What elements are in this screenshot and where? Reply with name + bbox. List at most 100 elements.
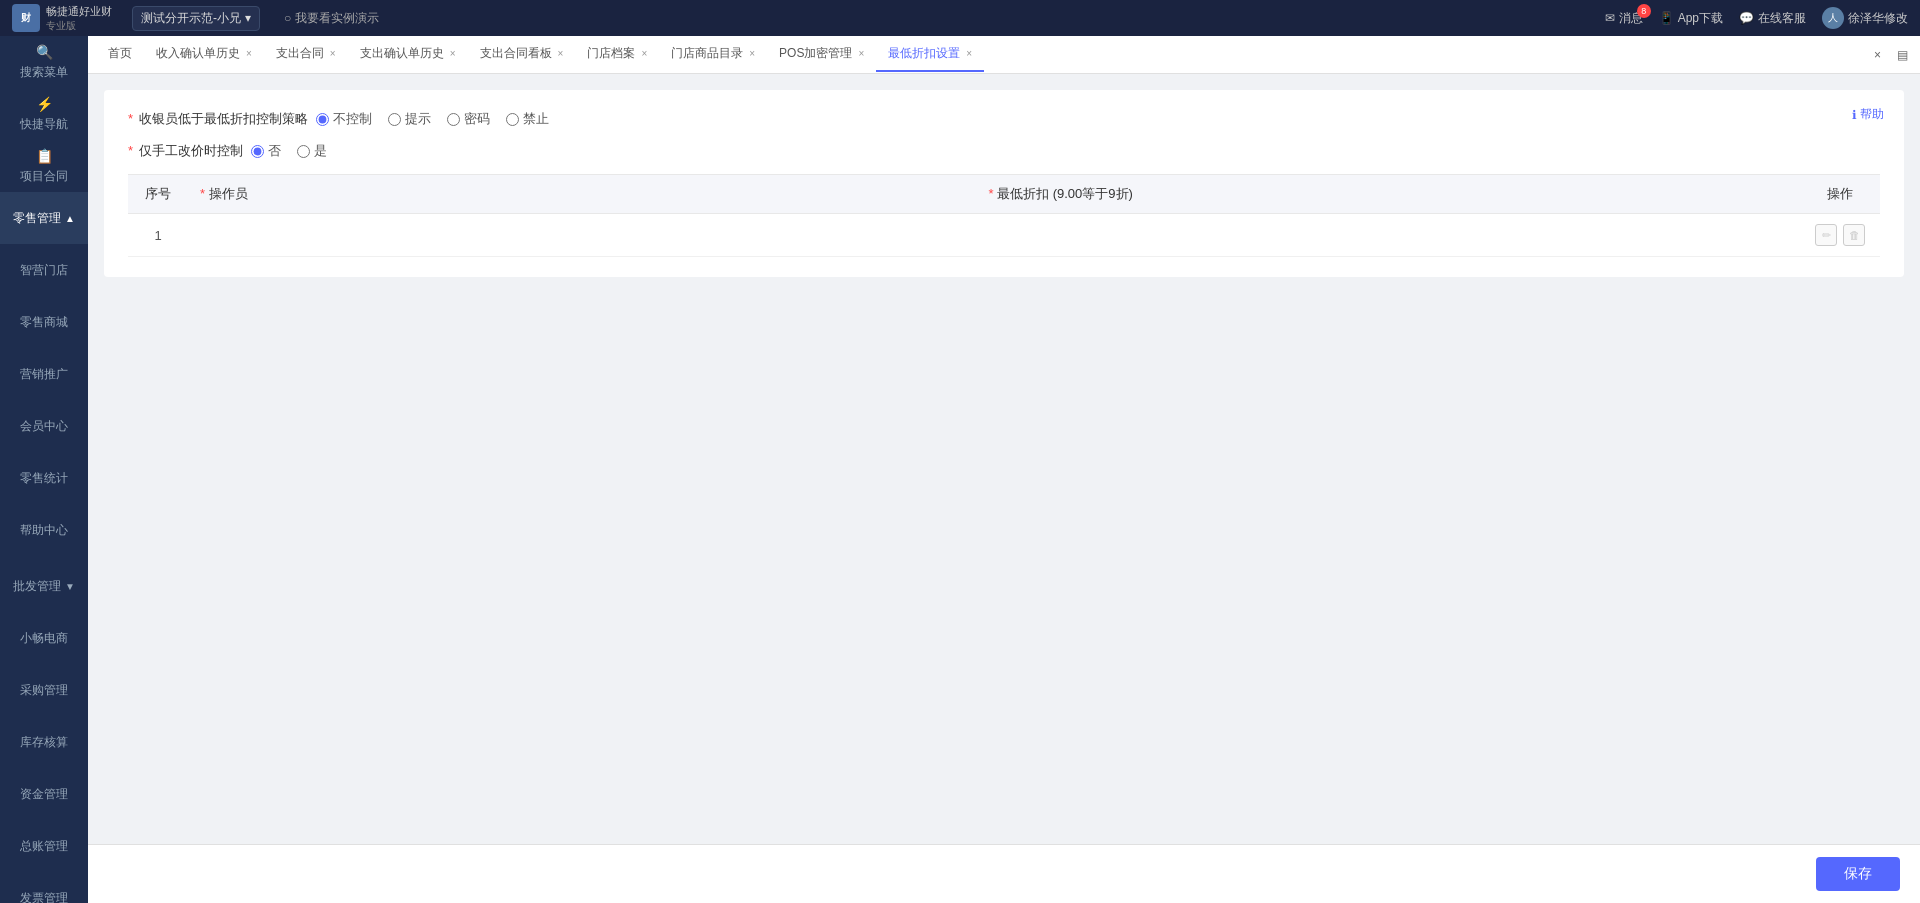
tab-min-discount-close[interactable]: ×: [966, 48, 972, 59]
purchase-label: 采购管理: [20, 682, 68, 699]
sidebar-item-purchase[interactable]: 采购管理: [0, 664, 88, 716]
radio-hint[interactable]: [388, 113, 401, 126]
sidebar-item-invoice[interactable]: 发票管理: [0, 872, 88, 903]
logo-icon: 财: [12, 4, 40, 32]
sidebar: 🔍 搜索菜单 ⚡ 快捷导航 📋 项目合同 零售管理 ▲ 智营门店 零售商城 营销…: [0, 36, 88, 903]
manual-price-row: * 仅手工改价时控制 否 是: [128, 142, 1880, 160]
retail-arrow-icon: ▲: [65, 213, 75, 224]
user-action[interactable]: 人 徐泽华修改: [1822, 7, 1908, 29]
option-hint[interactable]: 提示: [388, 110, 431, 128]
sidebar-item-help-center[interactable]: 帮助中心: [0, 504, 88, 556]
smart-store-label: 智营门店: [20, 262, 68, 279]
content-area: 首页 收入确认单历史 × 支出合同 × 支出确认单历史 × 支出合同看板 × 门…: [88, 36, 1920, 903]
tab-home[interactable]: 首页: [96, 37, 144, 72]
tab-pos-close[interactable]: ×: [858, 48, 864, 59]
tab-bar-actions: × ▤: [1870, 46, 1912, 64]
edit-icon[interactable]: ✏: [1815, 224, 1837, 246]
help-icon: ℹ: [1852, 108, 1857, 122]
radio-no[interactable]: [251, 145, 264, 158]
retail-mall-label: 零售商城: [20, 314, 68, 331]
sidebar-item-retail-mall[interactable]: 零售商城: [0, 296, 88, 348]
shortcut-icon: ⚡: [36, 96, 53, 112]
message-badge: 8: [1637, 4, 1651, 18]
service-icon: 💬: [1739, 11, 1754, 25]
sidebar-item-ecommerce[interactable]: 小畅电商: [0, 612, 88, 664]
option-forbid[interactable]: 禁止: [506, 110, 549, 128]
batch-label: 批发管理: [13, 578, 61, 595]
tab-income-history-close[interactable]: ×: [246, 48, 252, 59]
dropdown-icon: ▾: [245, 11, 251, 25]
main-layout: 🔍 搜索菜单 ⚡ 快捷导航 📋 项目合同 零售管理 ▲ 智营门店 零售商城 营销…: [0, 36, 1920, 903]
action-icons: ✏ 🗑: [1812, 224, 1868, 246]
tab-payment-board-close[interactable]: ×: [558, 48, 564, 59]
radio-yes[interactable]: [297, 145, 310, 158]
cashier-policy-row: * 收银员低于最低折扣控制策略 不控制 提示: [128, 110, 1880, 128]
help-label: 帮助: [1860, 106, 1884, 123]
avatar: 人: [1822, 7, 1844, 29]
sidebar-item-accounting[interactable]: 总账管理: [0, 820, 88, 872]
sidebar-item-project-contract[interactable]: 📋 项目合同: [0, 140, 88, 192]
cell-seq: 1: [128, 214, 188, 257]
online-service-action[interactable]: 💬 在线客服: [1739, 10, 1806, 27]
delete-icon[interactable]: 🗑: [1843, 224, 1865, 246]
tab-payment-history-label: 支出确认单历史: [360, 45, 444, 62]
col-discount-header: * 最低折扣 (9.00等于9折): [976, 175, 1800, 214]
cell-actions: ✏ 🗑: [1800, 214, 1880, 257]
cell-operator: [188, 214, 976, 257]
tab-close-all-button[interactable]: ×: [1870, 46, 1885, 64]
sidebar-item-fund[interactable]: 资金管理: [0, 768, 88, 820]
manual-price-label: * 仅手工改价时控制: [128, 142, 243, 160]
ecommerce-label: 小畅电商: [20, 630, 68, 647]
sidebar-item-smart-store[interactable]: 智营门店: [0, 244, 88, 296]
top-header: 财 畅捷通好业财 专业版 测试分开示范-小兄 ▾ ○ 我要看实例演示 ✉ 消息 …: [0, 0, 1920, 36]
tab-bar: 首页 收入确认单历史 × 支出合同 × 支出确认单历史 × 支出合同看板 × 门…: [88, 36, 1920, 74]
sidebar-item-search-menu[interactable]: 🔍 搜索菜单: [0, 36, 88, 88]
option-no-control[interactable]: 不控制: [316, 110, 372, 128]
sidebar-item-retail[interactable]: 零售管理 ▲: [0, 192, 88, 244]
option-password[interactable]: 密码: [447, 110, 490, 128]
radio-password[interactable]: [447, 113, 460, 126]
tab-pos-management[interactable]: POS加密管理 ×: [767, 37, 876, 72]
tab-home-label: 首页: [108, 45, 132, 62]
sidebar-item-member-center[interactable]: 会员中心: [0, 400, 88, 452]
tab-min-discount-label: 最低折扣设置: [888, 45, 960, 62]
demo-link[interactable]: ○ 我要看实例演示: [284, 10, 379, 27]
tab-payment-contract-close[interactable]: ×: [330, 48, 336, 59]
sidebar-item-retail-stats[interactable]: 零售统计: [0, 452, 88, 504]
sidebar-item-shortcuts[interactable]: ⚡ 快捷导航: [0, 88, 88, 140]
sidebar-item-batch[interactable]: 批发管理 ▼: [0, 560, 88, 612]
option-yes[interactable]: 是: [297, 142, 327, 160]
option-no[interactable]: 否: [251, 142, 281, 160]
tab-store-file[interactable]: 门店档案 ×: [575, 37, 659, 72]
tab-income-history[interactable]: 收入确认单历史 ×: [144, 37, 264, 72]
cashier-policy-options: 不控制 提示 密码 禁止: [316, 110, 549, 128]
tab-menu-button[interactable]: ▤: [1893, 46, 1912, 64]
save-button[interactable]: 保存: [1816, 857, 1900, 891]
help-center-label: 帮助中心: [20, 522, 68, 539]
page-card: ℹ 帮助 * 收银员低于最低折扣控制策略 不控制: [104, 90, 1904, 277]
sidebar-item-marketing[interactable]: 营销推广: [0, 348, 88, 400]
member-center-label: 会员中心: [20, 418, 68, 435]
tab-store-file-close[interactable]: ×: [641, 48, 647, 59]
table-header-row: 序号 * 操作员 * 最低折扣 (9.00等于9折) 操作: [128, 175, 1880, 214]
tab-min-discount[interactable]: 最低折扣设置 ×: [876, 37, 984, 72]
tab-store-goods-close[interactable]: ×: [749, 48, 755, 59]
tab-store-file-label: 门店档案: [587, 45, 635, 62]
project-selector[interactable]: 测试分开示范-小兄 ▾: [132, 6, 260, 31]
required-star-2: *: [128, 143, 133, 158]
tab-payment-history[interactable]: 支出确认单历史 ×: [348, 37, 468, 72]
radio-no-control[interactable]: [316, 113, 329, 126]
demo-text: 我要看实例演示: [295, 10, 379, 27]
sidebar-item-inventory[interactable]: 库存核算: [0, 716, 88, 768]
app-download-action[interactable]: 📱 App下载: [1659, 10, 1723, 27]
tab-store-goods[interactable]: 门店商品目录 ×: [659, 37, 767, 72]
tab-payment-board-label: 支出合同看板: [480, 45, 552, 62]
tab-payment-contract[interactable]: 支出合同 ×: [264, 37, 348, 72]
help-button[interactable]: ℹ 帮助: [1852, 106, 1884, 123]
tab-payment-history-close[interactable]: ×: [450, 48, 456, 59]
header-left: 财 畅捷通好业财 专业版 测试分开示范-小兄 ▾ ○ 我要看实例演示: [12, 4, 379, 33]
user-name: 徐泽华修改: [1848, 10, 1908, 27]
tab-payment-board[interactable]: 支出合同看板 ×: [468, 37, 576, 72]
message-action[interactable]: ✉ 消息 8: [1605, 10, 1643, 27]
radio-forbid[interactable]: [506, 113, 519, 126]
